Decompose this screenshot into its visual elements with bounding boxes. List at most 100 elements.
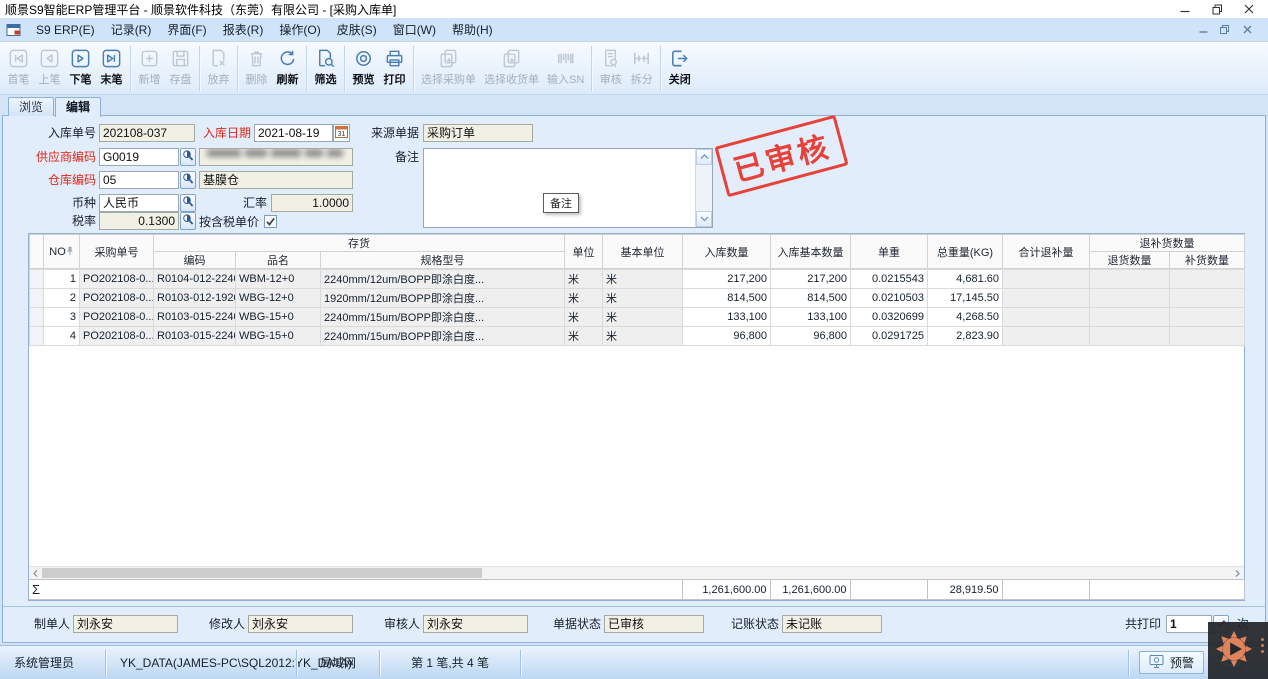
row-indicator[interactable] <box>30 270 44 289</box>
cell-unit-weight[interactable]: 0.0215543 <box>851 270 928 289</box>
cell-total-weight[interactable]: 17,145.50 <box>928 289 1003 308</box>
cell-po[interactable]: PO202108-0... <box>80 308 154 327</box>
close-icon[interactable] <box>1238 2 1260 16</box>
cell-unit[interactable]: 米 <box>565 289 603 308</box>
alert-button[interactable]: 预警 <box>1139 651 1204 674</box>
cell-po[interactable]: PO202108-0... <box>80 289 154 308</box>
menu-skin[interactable]: 皮肤(S) <box>329 20 385 40</box>
cell-spec[interactable]: 2240mm/15um/BOPP即涂白度... <box>321 308 565 327</box>
source-doc-field[interactable]: 采购订单 <box>423 124 533 142</box>
prev-record-button[interactable]: 上笔 <box>34 44 65 93</box>
menu-record[interactable]: 记录(R) <box>103 20 160 40</box>
menu-help[interactable]: 帮助(H) <box>444 20 501 40</box>
menu-report[interactable]: 报表(R) <box>215 20 272 40</box>
cell-refill-qty[interactable] <box>1170 270 1245 289</box>
split-button[interactable]: 拆分 <box>626 44 657 93</box>
cell-no[interactable]: 1 <box>44 270 80 289</box>
row-indicator[interactable] <box>30 308 44 327</box>
cell-no[interactable]: 2 <box>44 289 80 308</box>
cell-base-unit[interactable]: 米 <box>603 308 683 327</box>
mdi-minimize-icon[interactable] <box>1196 24 1210 36</box>
close-form-button[interactable]: 关闭 <box>664 44 695 93</box>
cell-spec[interactable]: 2240mm/15um/BOPP即涂白度... <box>321 327 565 346</box>
supplier-name-field-redacted[interactable] <box>199 148 353 166</box>
select-receipt-note-button[interactable]: 选择收货单 <box>480 44 543 93</box>
recorder-widget[interactable] <box>1208 622 1268 679</box>
supplier-lookup-button[interactable] <box>180 148 196 166</box>
discard-button[interactable]: 放弃 <box>203 44 234 93</box>
cell-return-qty[interactable] <box>1090 289 1170 308</box>
audit-button[interactable]: 审核 <box>595 44 626 93</box>
auditor-field[interactable]: 刘永安 <box>423 615 528 633</box>
cell-unit[interactable]: 米 <box>565 270 603 289</box>
tax-rate-field[interactable]: 0.1300 <box>99 212 179 230</box>
cell-name[interactable]: WBG-12+0 <box>236 289 321 308</box>
menu-interface[interactable]: 界面(F) <box>159 20 214 40</box>
tax-included-checkbox[interactable] <box>264 215 277 228</box>
tax-rate-lookup-button[interactable] <box>180 212 196 230</box>
next-record-button[interactable]: 下笔 <box>65 44 96 93</box>
cell-qty[interactable]: 217,200 <box>683 270 771 289</box>
remark-scrollbar[interactable] <box>695 149 712 227</box>
row-indicator[interactable] <box>30 289 44 308</box>
cell-return-qty[interactable] <box>1090 327 1170 346</box>
doc-state-field[interactable]: 已审核 <box>604 615 704 633</box>
table-row[interactable]: 2 PO202108-0... R0103-012-1920-00 WBG-12… <box>30 289 1245 308</box>
cell-return-total[interactable] <box>1003 289 1090 308</box>
minimize-icon[interactable] <box>1174 2 1196 16</box>
cell-refill-qty[interactable] <box>1170 308 1245 327</box>
currency-lookup-button[interactable] <box>180 194 196 212</box>
cell-base-unit[interactable]: 米 <box>603 289 683 308</box>
refresh-button[interactable]: 刷新 <box>272 44 303 93</box>
filter-button[interactable]: 筛选 <box>310 44 341 93</box>
scroll-left-icon[interactable] <box>29 567 42 579</box>
mdi-restore-icon[interactable] <box>1218 24 1232 36</box>
cell-total-weight[interactable]: 4,681.60 <box>928 270 1003 289</box>
restore-icon[interactable] <box>1206 2 1228 16</box>
cell-unit[interactable]: 米 <box>565 308 603 327</box>
table-row[interactable]: 1 PO202108-0... R0104-012-2240-00 WBM-12… <box>30 270 1245 289</box>
add-button[interactable]: 新增 <box>134 44 165 93</box>
cell-return-total[interactable] <box>1003 270 1090 289</box>
cell-code[interactable]: R0103-015-2240-00 <box>154 327 236 346</box>
cell-base-unit[interactable]: 米 <box>603 270 683 289</box>
cell-base-qty[interactable]: 814,500 <box>771 289 851 308</box>
cell-return-qty[interactable] <box>1090 308 1170 327</box>
table-row[interactable]: 4 PO202108-0... R0103-015-2240-00 WBG-15… <box>30 327 1245 346</box>
remark-textarea[interactable] <box>423 148 713 228</box>
scroll-right-icon[interactable] <box>1231 567 1244 579</box>
warehouse-name-field[interactable]: 基膜仓 <box>199 171 353 189</box>
supplier-code-field[interactable]: G0019 <box>99 148 179 166</box>
cell-unit-weight[interactable]: 0.0291725 <box>851 327 928 346</box>
cell-no[interactable]: 4 <box>44 327 80 346</box>
row-indicator[interactable] <box>30 327 44 346</box>
horizontal-scrollbar[interactable] <box>29 566 1244 579</box>
tab-browse[interactable]: 浏览 <box>8 97 54 116</box>
cell-spec[interactable]: 2240mm/12um/BOPP即涂白度... <box>321 270 565 289</box>
warehouse-lookup-button[interactable] <box>180 171 196 189</box>
cell-total-weight[interactable]: 4,268.50 <box>928 308 1003 327</box>
scroll-down-icon[interactable] <box>696 211 712 227</box>
print-count-input[interactable]: 1 <box>1166 615 1212 633</box>
menu-s9erp[interactable]: S9 ERP(E) <box>28 20 103 40</box>
preview-button[interactable]: 预览 <box>348 44 379 93</box>
cell-unit[interactable]: 米 <box>565 327 603 346</box>
cell-base-unit[interactable]: 米 <box>603 327 683 346</box>
input-sn-button[interactable]: 输入SN <box>543 44 588 93</box>
cell-return-qty[interactable] <box>1090 270 1170 289</box>
menu-operate[interactable]: 操作(O) <box>271 20 328 40</box>
last-record-button[interactable]: 末笔 <box>96 44 127 93</box>
cell-code[interactable]: R0103-012-1920-00 <box>154 289 236 308</box>
cell-total-weight[interactable]: 2,823.90 <box>928 327 1003 346</box>
cell-unit-weight[interactable]: 0.0320699 <box>851 308 928 327</box>
widget-menu-dots-icon[interactable] <box>1261 638 1264 653</box>
receipt-date-field[interactable]: 2021-08-19 <box>254 124 333 142</box>
cell-name[interactable]: WBM-12+0 <box>236 270 321 289</box>
currency-field[interactable]: 人民币 <box>99 194 179 212</box>
select-purchase-order-button[interactable]: 选择采购单 <box>417 44 480 93</box>
cell-base-qty[interactable]: 217,200 <box>771 270 851 289</box>
warehouse-code-field[interactable]: 05 <box>99 171 179 189</box>
scrollbar-thumb[interactable] <box>42 568 482 578</box>
scroll-up-icon[interactable] <box>696 149 712 165</box>
cell-return-total[interactable] <box>1003 308 1090 327</box>
